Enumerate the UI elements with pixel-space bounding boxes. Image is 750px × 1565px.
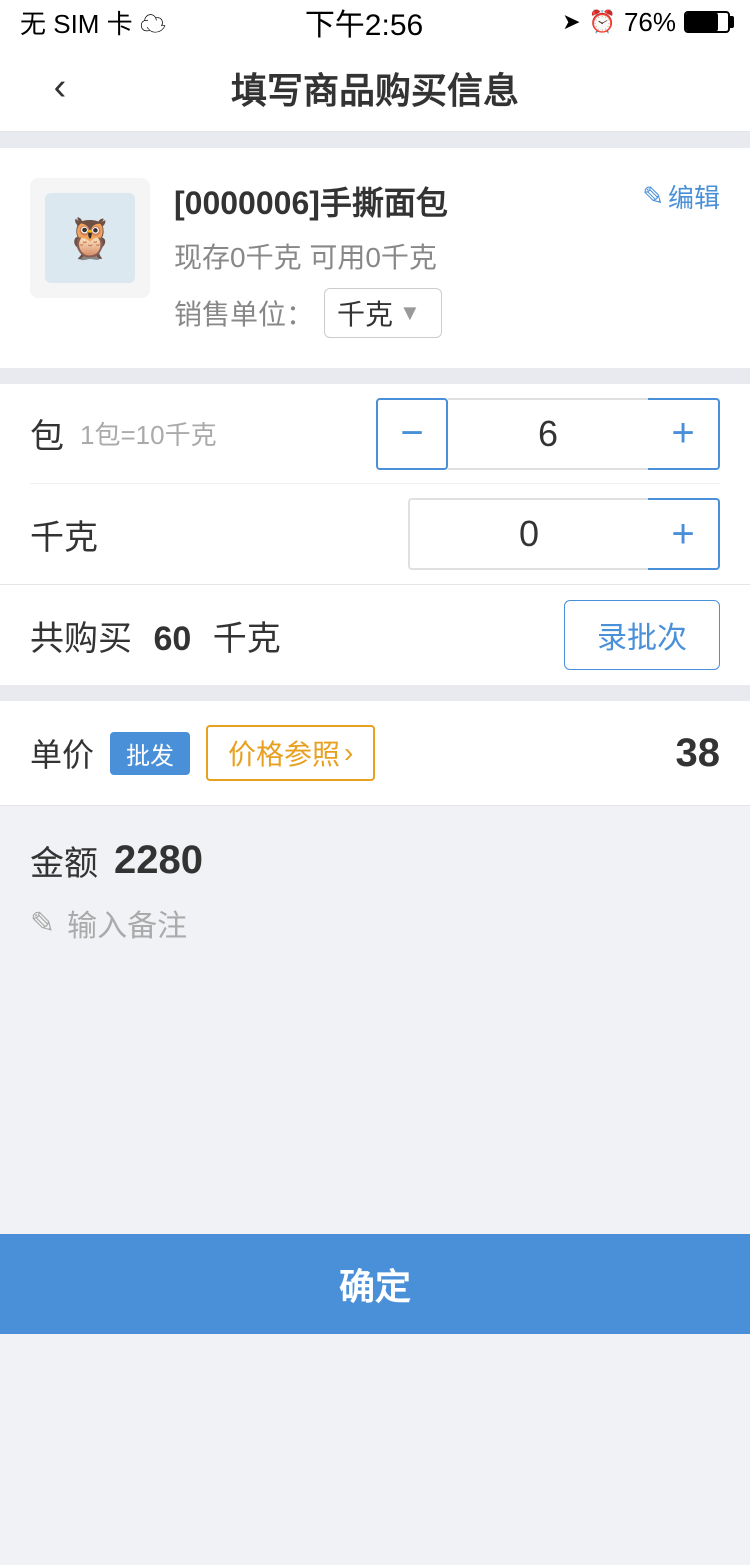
bao-control: − + <box>376 398 720 470</box>
batch-button[interactable]: 录批次 <box>564 600 720 670</box>
amount-row: 金额 2280 <box>30 836 720 885</box>
amount-value: 2280 <box>114 838 203 883</box>
total-unit: 千克 <box>213 620 281 658</box>
location-icon: ➤ <box>562 9 580 35</box>
product-name: [0000006]手撕面包 <box>174 178 448 224</box>
status-time: 下午2:56 <box>305 0 423 44</box>
kg-input[interactable] <box>408 498 648 570</box>
bao-decrement-button[interactable]: − <box>376 398 448 470</box>
price-reference-button[interactable]: 价格参照 › <box>206 725 375 781</box>
bao-input[interactable] <box>448 398 648 470</box>
quantity-section: 包 1包=10千克 − + 千克 + <box>0 384 750 584</box>
chevron-right-icon: › <box>344 737 353 769</box>
alarm-icon: ⏰ <box>589 9 616 35</box>
product-card: 🦉 [0000006]手撕面包 ✎ 编辑 现存0千克 可用0千克 销售单位： 千… <box>0 148 750 368</box>
confirm-bar[interactable]: 确定 <box>0 1234 750 1334</box>
remark-row[interactable]: ✎ 输入备注 <box>30 901 720 945</box>
product-unit-row: 销售单位： 千克 ▼ <box>174 288 720 338</box>
edit-button[interactable]: ✎ 编辑 <box>642 178 720 215</box>
battery-icon <box>684 11 730 33</box>
bao-label: 包 1包=10千克 <box>30 409 217 458</box>
status-left: 无 SIM 卡 ☁ <box>20 4 166 41</box>
price-label: 单价 <box>30 730 94 776</box>
total-label: 共购买 <box>30 620 132 658</box>
divider-1 <box>0 132 750 148</box>
unit-label: 销售单位： <box>174 293 314 333</box>
edit-icon: ✎ <box>642 181 664 212</box>
total-section: 共购买 60 千克 录批次 <box>0 585 750 685</box>
price-section: 单价 批发 价格参照 › 38 <box>0 701 750 805</box>
product-stock: 现存0千克 可用0千克 <box>174 236 720 276</box>
empty-space <box>0 965 750 1465</box>
edit-label: 编辑 <box>668 178 720 215</box>
bao-increment-button[interactable]: + <box>648 398 720 470</box>
total-text: 共购买 60 千克 <box>30 611 281 660</box>
bao-quantity-row: 包 1包=10千克 − + <box>30 384 720 484</box>
back-button[interactable]: ‹ <box>30 58 90 118</box>
page-title: 填写商品购买信息 <box>231 62 519 114</box>
nav-bar: ‹ 填写商品购买信息 <box>0 44 750 132</box>
pencil-icon: ✎ <box>30 906 55 941</box>
price-type-tag: 批发 <box>110 732 190 775</box>
chevron-down-icon: ▼ <box>399 300 421 326</box>
status-bar: 无 SIM 卡 ☁ 下午2:56 ➤ ⏰ 76% <box>0 0 750 44</box>
product-logo-icon: 🦉 <box>65 215 115 262</box>
kg-label: 千克 <box>30 510 98 559</box>
price-value: 38 <box>676 731 721 776</box>
product-image: 🦉 <box>30 178 150 298</box>
divider-2 <box>0 368 750 384</box>
bao-hint: 1包=10千克 <box>80 415 217 452</box>
amount-section: 金额 2280 ✎ 输入备注 <box>0 806 750 965</box>
kg-quantity-row: 千克 + <box>30 484 720 584</box>
divider-4 <box>0 685 750 701</box>
unit-select[interactable]: 千克 ▼ <box>324 288 442 338</box>
price-ref-label: 价格参照 <box>228 733 340 773</box>
kg-control: + <box>408 498 720 570</box>
kg-increment-button[interactable]: + <box>648 498 720 570</box>
total-value: 60 <box>153 620 191 658</box>
amount-label: 金额 <box>30 836 98 885</box>
product-info: [0000006]手撕面包 ✎ 编辑 现存0千克 可用0千克 销售单位： 千克 … <box>174 178 720 338</box>
total-row: 共购买 60 千克 录批次 <box>30 585 720 685</box>
status-right: ➤ ⏰ 76% <box>562 7 730 38</box>
remark-placeholder: 输入备注 <box>67 901 187 945</box>
battery-level: 76% <box>624 7 676 38</box>
confirm-button[interactable]: 确定 <box>339 1258 411 1310</box>
sim-status: 无 SIM 卡 ☁ <box>20 4 166 41</box>
unit-value: 千克 <box>337 293 393 333</box>
